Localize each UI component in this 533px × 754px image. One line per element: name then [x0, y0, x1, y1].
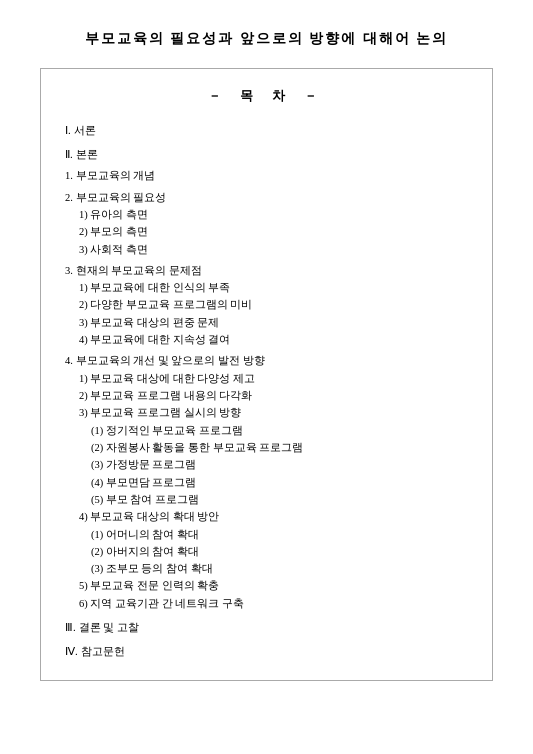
toc-item: (1) 정기적인 부모교육 프로그램 [65, 422, 468, 439]
toc-item: Ⅰ. 서론 [65, 121, 468, 139]
toc-item: 3. 현재의 부모교육의 문제점 [65, 262, 468, 279]
toc-item: (2) 자원봉사 활동을 통한 부모교육 프로그램 [65, 439, 468, 456]
toc-item: (1) 어머니의 참여 확대 [65, 526, 468, 543]
toc-item: 3) 부모교육 대상의 편중 문제 [65, 314, 468, 331]
toc-item: Ⅱ. 본론 [65, 145, 468, 163]
main-title: 부모교육의 필요성과 앞으로의 방향에 대해어 논의 [40, 30, 493, 48]
toc-title: － 목 차 － [65, 87, 468, 105]
toc-item: 4) 부모교육에 대한 지속성 결여 [65, 331, 468, 348]
toc-item: (3) 가정방문 프로그램 [65, 456, 468, 473]
toc-item: 1. 부모교육의 개념 [65, 167, 468, 184]
toc-container: Ⅰ. 서론 Ⅱ. 본론 1. 부모교육의 개념 2. 부모교육의 필요성1) 유아의 … [65, 121, 468, 660]
toc-item: 2) 부모의 측면 [65, 223, 468, 240]
toc-item: 2) 다양한 부모교육 프로그램의 미비 [65, 296, 468, 313]
toc-item: 3) 사회적 측면 [65, 241, 468, 258]
toc-item: 2) 부모교육 프로그램 내용의 다각화 [65, 387, 468, 404]
toc-item: 3) 부모교육 프로그램 실시의 방향 [65, 404, 468, 421]
toc-item: 1) 부모교육 대상에 대한 다양성 제고 [65, 370, 468, 387]
toc-item: 1) 유아의 측면 [65, 206, 468, 223]
toc-item: 5) 부모교육 전문 인력의 확충 [65, 577, 468, 594]
content-box: － 목 차 － Ⅰ. 서론 Ⅱ. 본론 1. 부모교육의 개념 2. 부모교육의 필요… [40, 68, 493, 681]
toc-item: Ⅲ. 결론 및 고찰 [65, 618, 468, 636]
toc-item: 1) 부모교육에 대한 인식의 부족 [65, 279, 468, 296]
toc-item: (3) 조부모 등의 참여 확대 [65, 560, 468, 577]
toc-item: 4) 부모교육 대상의 확대 방안 [65, 508, 468, 525]
toc-item: (5) 부모 참여 프로그램 [65, 491, 468, 508]
toc-item: 4. 부모교육의 개선 및 앞으로의 발전 방향 [65, 352, 468, 369]
toc-item: Ⅳ. 참고문헌 [65, 642, 468, 660]
toc-item: 6) 지역 교육기관 간 네트워크 구축 [65, 595, 468, 612]
toc-item: 2. 부모교육의 필요성 [65, 189, 468, 206]
toc-item: (2) 아버지의 참여 확대 [65, 543, 468, 560]
page: 부모교육의 필요성과 앞으로의 방향에 대해어 논의 － 목 차 － Ⅰ. 서론… [0, 0, 533, 754]
toc-item: (4) 부모면담 프로그램 [65, 474, 468, 491]
